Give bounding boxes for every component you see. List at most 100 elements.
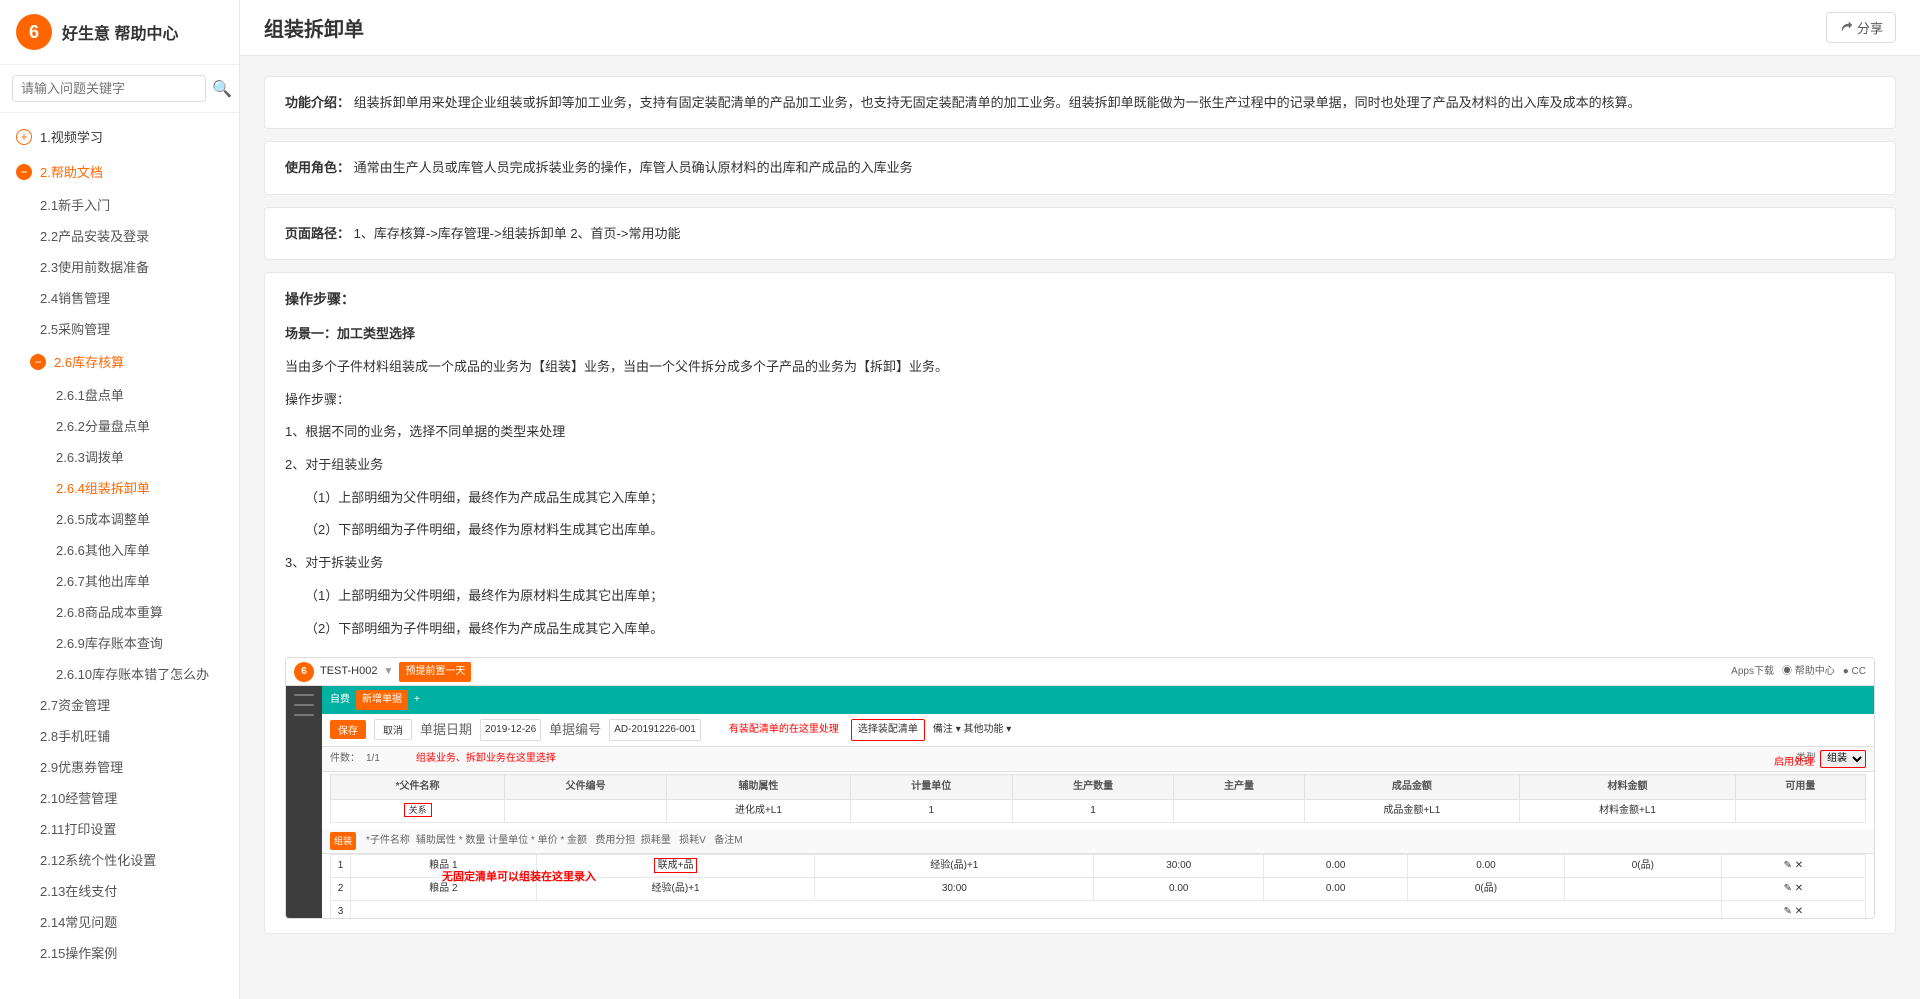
sidebar-item-26-10[interactable]: 2.6.10库存账本错了怎么办	[56, 658, 239, 689]
sidebar-item-26-6[interactable]: 2.6.6其他入库单	[56, 534, 239, 565]
ss-lower-cols: 辅助属性 * 数量 计量单位 * 单价 * 金额 费用分担 损耗量 损耗V 备注…	[416, 832, 743, 850]
ss-col-7: 成品金额	[1304, 774, 1520, 799]
role-block: 使用角色： 通常由生产人员或库管人员完成拆装业务的操作，库管人员确认原材料的出库…	[264, 141, 1896, 194]
sidebar-label-video: 1.视频学习	[40, 127, 103, 146]
sidebar-item-print[interactable]: 2.11打印设置	[40, 813, 239, 844]
content-area: 功能介绍： 组装拆卸单用来处理企业组装或拆卸等加工业务，支持有固定装配清单的产品…	[240, 56, 1920, 999]
ss-lr-attr-input-1[interactable]: 联成+品	[654, 858, 698, 873]
ss-topbar: 6 TEST-H002 ▼ 预提前置一天 Apps下载 ◉ 帮助中心 ● CC	[286, 658, 1874, 686]
feature-intro-text: 组装拆卸单用来处理企业组装或拆卸等加工业务，支持有固定装配清单的产品加工业务，也…	[354, 95, 1641, 110]
ss-lr-price-2: 0.00	[1264, 877, 1408, 900]
sidebar-item-operation[interactable]: 2.10经营管理	[40, 782, 239, 813]
sidebar-item-newcomer[interactable]: 2.1新手入门	[40, 189, 239, 220]
ss-assembly-count: 1/1	[366, 750, 380, 768]
ss-lr-amt-1: 0.00	[1408, 854, 1565, 877]
ss-section-header: 件数： 1/1 组装业务、拆卸业务在这里选择 类型 组装 拆卸	[322, 747, 1874, 772]
sidebar-item-26-9[interactable]: 2.6.9库存账本查询	[56, 627, 239, 658]
steps-sub-label: 操作步骤：	[285, 388, 1875, 413]
step3-2: （2）下部明细为子件明细，最终作为产成品生成其它入库单。	[305, 617, 1875, 642]
top-bar: 组装拆卸单 分享	[240, 0, 1920, 56]
ss-date-value: 2019-12-26	[480, 719, 541, 741]
inventory-subnav: 2.6.1盘点单 2.6.2分量盘点单 2.6.3调拨单 2.6.4组装拆卸单 …	[40, 379, 239, 689]
ss-nav-icon2	[294, 704, 314, 706]
sidebar-item-26-2[interactable]: 2.6.2分量盘点单	[56, 410, 239, 441]
sidebar-item-install[interactable]: 2.2产品安装及登录	[40, 220, 239, 251]
step2-1: （1）上部明细为父件明细，最终作为产成品生成其它入库单；	[305, 486, 1875, 511]
path-text: 1、库存核算->库存管理->组装拆卸单 2、首页->常用功能	[354, 226, 681, 241]
ss-cell-5: 1	[1012, 799, 1174, 822]
sidebar-item-26-7[interactable]: 2.6.7其他出库单	[56, 565, 239, 596]
ss-topbar-left: 6 TEST-H002 ▼ 预提前置一天	[294, 662, 1731, 682]
ss-lr-unit-1: 30:00	[1094, 854, 1264, 877]
scene1-desc: 当由多个子件材料组装成一个成品的业务为【组装】业务，当由一个父件拆分成多个子产品…	[285, 355, 1875, 380]
ss-type-dropdown[interactable]: 组装 拆卸	[1820, 750, 1866, 768]
ss-col-3: 辅助属性	[666, 774, 850, 799]
sidebar-item-mobile[interactable]: 2.8手机旺铺	[40, 720, 239, 751]
sidebar-item-26-5[interactable]: 2.6.5成本调整单	[56, 503, 239, 534]
ss-cell-6	[1174, 799, 1304, 822]
scene1-title: 场景一：加工类型选择	[285, 322, 1875, 347]
sidebar-item-cases[interactable]: 2.15操作案例	[40, 937, 239, 968]
search-icon[interactable]: 🔍	[212, 79, 232, 99]
ss-cell-name-input[interactable]: 关系	[404, 803, 432, 817]
ss-nav-icon1	[294, 694, 314, 696]
ss-col-9: 可用量	[1735, 774, 1865, 799]
ss-cancel-btn[interactable]: 取消	[374, 719, 412, 740]
sidebar-item-sales[interactable]: 2.4销售管理	[40, 282, 239, 313]
ss-annotation1: 有装配清单的在这里处理	[729, 721, 839, 739]
sidebar-item-video[interactable]: + 1.视频学习	[0, 119, 239, 154]
step2-2: （2）下部明细为子件明细，最终作为原材料生成其它出库单。	[305, 518, 1875, 543]
step1: 1、根据不同的业务，选择不同单据的类型来处理	[285, 420, 1875, 445]
docs-subnav: 2.1新手入门 2.2产品安装及登录 2.3使用前数据准备 2.4销售管理 2.…	[0, 189, 239, 968]
step3: 3、对于拆装业务	[285, 551, 1875, 576]
sidebar-item-payment[interactable]: 2.13在线支付	[40, 875, 239, 906]
collapse-icon-inventory: −	[30, 354, 46, 370]
ss-help: ◉ 帮助中心	[1782, 663, 1835, 681]
ss-lower-label: *子件名称	[366, 832, 410, 850]
ss-save-btn[interactable]: 保存	[330, 720, 366, 739]
sidebar-label-docs: 2.帮助文档	[40, 162, 103, 181]
ss-nav-icon3	[294, 714, 314, 716]
ss-lr-etc-1: 0(品)	[1564, 854, 1721, 877]
ss-id-value: AD-20191226-001	[609, 719, 701, 741]
page-title: 组装拆卸单	[264, 13, 364, 42]
ss-lower-row-3: 3 ✎ ✕	[331, 900, 1866, 918]
ss-select-bom[interactable]: 选择装配清单	[851, 719, 925, 741]
screenshot-container: 6 TEST-H002 ▼ 预提前置一天 Apps下载 ◉ 帮助中心 ● CC	[285, 657, 1875, 919]
sidebar-item-prepare[interactable]: 2.3使用前数据准备	[40, 251, 239, 282]
ss-apps: Apps下载	[1731, 663, 1774, 681]
ss-cell-8: 材料金额+L1	[1520, 799, 1736, 822]
ss-id-label: 单据编号	[549, 718, 601, 741]
sidebar-item-26-8[interactable]: 2.6.8商品成本重算	[56, 596, 239, 627]
ss-lr-icons-1: ✎ ✕	[1721, 854, 1865, 877]
search-input[interactable]	[12, 75, 206, 102]
ss-upper-table: *父件名称 父件编号 辅助属性 计量单位 生产数量 主产量 成品金额 材料金额	[330, 774, 1866, 823]
ss-logo: 6	[294, 662, 314, 682]
ss-lr-amt-2: 0(品)	[1408, 877, 1565, 900]
share-icon	[1839, 21, 1853, 35]
sidebar-item-docs[interactable]: − 2.帮助文档	[0, 154, 239, 189]
role-label: 使用角色：	[285, 160, 350, 175]
share-button[interactable]: 分享	[1826, 12, 1896, 43]
sidebar-item-26-1[interactable]: 2.6.1盘点单	[56, 379, 239, 410]
ss-lower-tag: 组装	[330, 832, 356, 850]
sidebar-item-inventory[interactable]: − 2.6库存核算	[30, 344, 239, 379]
sidebar-item-faq[interactable]: 2.14常见问题	[40, 906, 239, 937]
nav-section: + 1.视频学习 − 2.帮助文档 2.1新手入门 2.2产品安装及登录 2.3…	[0, 113, 239, 974]
sidebar-item-capital[interactable]: 2.7资金管理	[40, 689, 239, 720]
sidebar-item-purchase[interactable]: 2.5采购管理	[40, 313, 239, 344]
path-label: 页面路径：	[285, 226, 350, 241]
sidebar-item-coupon[interactable]: 2.9优惠券管理	[40, 751, 239, 782]
steps-title: 操作步骤：	[285, 287, 1875, 312]
ss-lr-num-3: 3	[331, 900, 351, 918]
ss-col-6: 主产量	[1174, 774, 1304, 799]
ss-cell-name: 关系	[331, 799, 505, 822]
ss-lr-etc-2	[1564, 877, 1721, 900]
sidebar-item-26-3[interactable]: 2.6.3调拨单	[56, 441, 239, 472]
ss-topbar-right: Apps下载 ◉ 帮助中心 ● CC	[1731, 663, 1866, 681]
app-title: 好生意 帮助中心	[62, 20, 178, 44]
sidebar-item-26-4[interactable]: 2.6.4组装拆卸单	[56, 472, 239, 503]
ss-col-5: 生产数量	[1012, 774, 1174, 799]
sidebar-item-personalize[interactable]: 2.12系统个性化设置	[40, 844, 239, 875]
role-text: 通常由生产人员或库管人员完成拆装业务的操作，库管人员确认原材料的出库和产成品的入…	[354, 160, 913, 175]
